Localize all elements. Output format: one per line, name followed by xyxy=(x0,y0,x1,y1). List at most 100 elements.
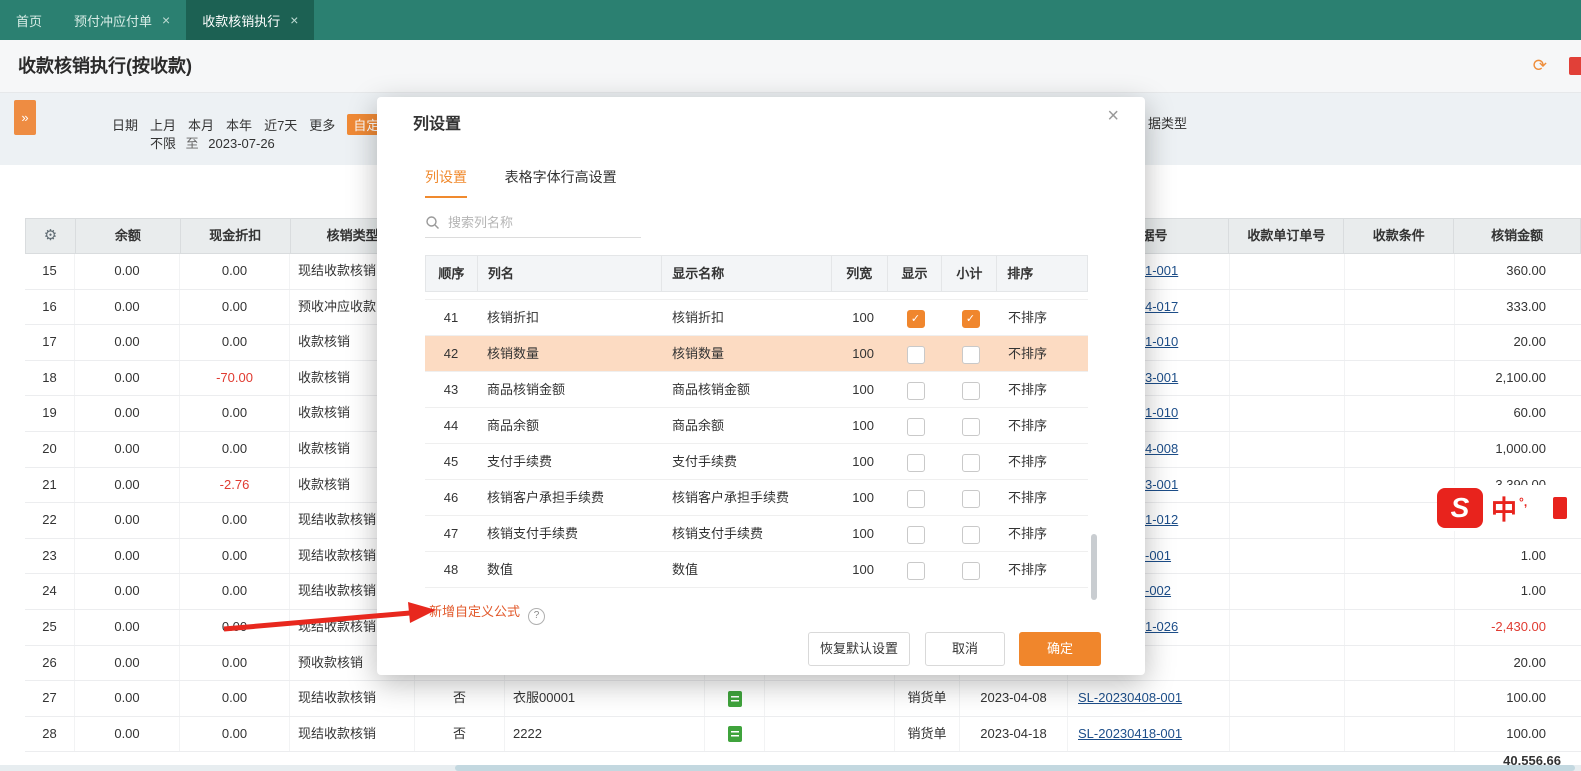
subtotal-checkbox[interactable] xyxy=(961,489,980,508)
show-checkbox[interactable] xyxy=(906,381,925,400)
attachment-icon[interactable] xyxy=(727,726,742,743)
tab-column-settings[interactable]: 列设置 xyxy=(425,167,467,198)
document-number-link[interactable]: 4-008 xyxy=(1145,441,1178,456)
help-icon[interactable]: ? xyxy=(528,608,546,625)
edge-red-icon[interactable] xyxy=(1569,57,1581,75)
tab-close-icon[interactable]: × xyxy=(290,12,298,28)
settings-cell-name: 商品核销金额 xyxy=(487,382,566,397)
filter-quick-button[interactable]: 上月 xyxy=(150,115,176,134)
confirm-button[interactable]: 确定 xyxy=(1019,632,1101,666)
topbar-tab[interactable]: 预付冲应付单 × xyxy=(58,0,186,40)
column-settings-row[interactable]: 41 核销折扣 核销折扣 100 ✓ ✓ 不排序 xyxy=(425,300,1088,336)
refresh-icon[interactable]: ⟳ xyxy=(1533,56,1547,76)
show-checkbox[interactable] xyxy=(906,561,925,580)
cell-orderno xyxy=(1230,396,1345,431)
show-checkbox[interactable]: ✓ xyxy=(906,309,925,328)
show-checkbox[interactable] xyxy=(906,489,925,508)
document-number-link[interactable]: 1-010 xyxy=(1145,405,1178,420)
column-search-input[interactable] xyxy=(448,214,641,230)
settings-cell-show xyxy=(888,372,943,407)
cell-num: 25 xyxy=(25,609,75,645)
show-checkbox[interactable] xyxy=(906,417,925,436)
settings-cell-name: 核销客户承担手续费 xyxy=(487,490,605,505)
settings-cell-display: 核销客户承担手续费 xyxy=(672,490,790,505)
cell-discount: 0.00 xyxy=(180,431,290,467)
attachment-icon[interactable] xyxy=(727,690,742,707)
topbar-tab[interactable]: 首页 xyxy=(0,0,58,40)
settings-cell-name: 支付手续费 xyxy=(487,454,553,469)
document-number-link[interactable]: 3-001 xyxy=(1145,370,1178,385)
document-number-link[interactable]: 1-012 xyxy=(1145,512,1178,527)
column-settings-row[interactable]: 47 核销支付手续费 核销支付手续费 100 不排序 xyxy=(425,516,1088,552)
cell-balance: 0.00 xyxy=(75,681,180,716)
show-checkbox[interactable] xyxy=(906,453,925,472)
subtotal-checkbox[interactable] xyxy=(961,525,980,544)
topbar-tab[interactable]: 收款核销执行 × xyxy=(186,0,315,40)
cell-balance: 0.00 xyxy=(75,431,180,467)
subtotal-checkbox[interactable] xyxy=(961,417,980,436)
settings-cell-display: 商品核销金额 xyxy=(672,382,751,397)
document-number-link[interactable]: SL-20230408-001 xyxy=(1078,690,1182,705)
horizontal-scrollbar-thumb[interactable] xyxy=(455,765,1575,771)
subtotal-checkbox[interactable]: ✓ xyxy=(961,309,980,328)
show-checkbox[interactable] xyxy=(906,345,925,364)
horizontal-scrollbar[interactable] xyxy=(0,765,1581,771)
cell-discount: -2.76 xyxy=(180,467,290,503)
filter-quick-button[interactable]: 本年 xyxy=(226,115,252,134)
tab-font-row-height[interactable]: 表格字体行高设置 xyxy=(505,167,617,196)
column-settings-row[interactable]: 44 商品余额 商品余额 100 不排序 xyxy=(425,408,1088,444)
table-row[interactable]: 27 0.00 0.00 现结收款核销否衣服00001 销货单 2023-04-08 SL-… xyxy=(25,681,1581,717)
gear-icon[interactable]: ⚙ xyxy=(44,227,57,244)
filter-quick-button[interactable]: 更多 xyxy=(309,115,335,134)
cell-balance: 0.00 xyxy=(75,503,180,538)
tab-close-icon[interactable]: × xyxy=(162,12,170,28)
cancel-button[interactable]: 取消 xyxy=(925,632,1005,666)
document-number-link[interactable]: -002 xyxy=(1145,583,1171,598)
cell-docno: SL-20230408-001 xyxy=(1068,681,1230,716)
column-header-num: ⚙ xyxy=(26,219,76,253)
document-number-link[interactable]: 3-001 xyxy=(1145,477,1178,492)
column-settings-row[interactable]: 43 商品核销金额 商品核销金额 100 不排序 xyxy=(425,372,1088,408)
cell-amount: 20.00 xyxy=(1513,654,1546,670)
settings-cell-seq: 45 xyxy=(443,454,459,469)
cell-type: 现结收款核销 xyxy=(290,716,415,752)
column-settings-row[interactable]: 45 支付手续费 支付手续费 100 不排序 xyxy=(425,444,1088,480)
table-row[interactable]: 28 0.00 0.00 现结收款核销否 2222 销货单 2023-04-18 SL-202… xyxy=(25,716,1581,753)
cell-item: 衣服00001 xyxy=(505,681,705,716)
settings-cell-subtotal xyxy=(943,516,998,551)
top-tab-bar: 首页 预付冲应付单 × 收款核销执行 × xyxy=(0,0,1581,40)
document-number-link[interactable]: 1-001 xyxy=(1145,263,1178,278)
column-search xyxy=(425,207,641,238)
subtotal-checkbox[interactable] xyxy=(961,381,980,400)
close-icon[interactable]: × xyxy=(1107,105,1119,128)
show-checkbox[interactable] xyxy=(906,525,925,544)
filter-quick-button[interactable]: 近7天 xyxy=(264,115,297,134)
cell-date: 2023-04-18 xyxy=(960,716,1068,752)
sidebar-collapse-button[interactable]: » xyxy=(14,100,36,135)
vertical-scrollbar-thumb[interactable] xyxy=(1091,534,1097,600)
cell-amount: 360.00 xyxy=(1506,263,1546,278)
document-number-link[interactable]: 1-026 xyxy=(1145,619,1178,634)
column-settings-row[interactable]: 48 数值 数值 100 不排序 xyxy=(425,552,1088,588)
settings-cell-subtotal xyxy=(943,372,998,407)
document-number-link[interactable]: 1-010 xyxy=(1145,334,1178,349)
cell-type: 现结收款核销 xyxy=(290,681,415,716)
range-start-value[interactable]: 不限 xyxy=(150,136,176,151)
cell-attach xyxy=(705,716,765,752)
subtotal-checkbox[interactable] xyxy=(961,453,980,472)
column-settings-row[interactable]: 46 核销客户承担手续费 核销客户承担手续费 100 不排序 xyxy=(425,480,1088,516)
restore-defaults-button[interactable]: 恢复默认设置 xyxy=(808,632,910,666)
document-number-link[interactable]: -001 xyxy=(1145,548,1171,563)
document-number-link[interactable]: 4-017 xyxy=(1145,299,1178,314)
settings-cell-subtotal xyxy=(943,336,998,371)
range-end-date[interactable]: 2023-07-26 xyxy=(208,136,275,151)
settings-cell-sort: 不排序 xyxy=(1008,382,1048,397)
add-custom-formula-link[interactable]: 新增自定义公式? xyxy=(429,601,546,625)
filter-quick-button[interactable]: 本月 xyxy=(188,115,214,134)
column-settings-row[interactable]: 42 核销数量 核销数量 100 不排序 xyxy=(425,336,1088,372)
cell-cond xyxy=(1345,325,1455,360)
subtotal-checkbox[interactable] xyxy=(961,345,980,364)
subtotal-checkbox[interactable] xyxy=(961,561,980,580)
cell-balance: 0.00 xyxy=(75,360,180,396)
document-number-link[interactable]: SL-20230418-001 xyxy=(1078,726,1182,741)
